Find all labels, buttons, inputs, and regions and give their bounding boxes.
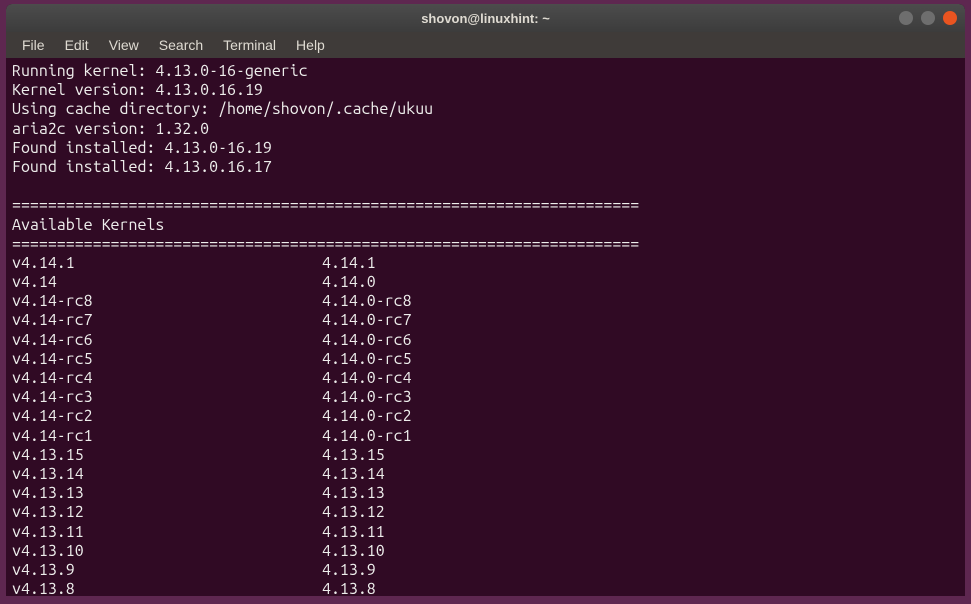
kernel-row: v4.13.154.13.15 [12,446,959,465]
kernel-name: v4.13.8 [12,580,322,596]
minimize-button[interactable] [899,11,913,25]
close-button[interactable] [943,11,957,25]
kernel-row: v4.14-rc44.14.0-rc4 [12,369,959,388]
kernel-row: v4.14-rc54.14.0-rc5 [12,350,959,369]
kernel-name: v4.14-rc4 [12,369,322,388]
kernel-name: v4.14-rc8 [12,292,322,311]
kernel-version: 4.14.0-rc4 [322,369,412,388]
menu-search[interactable]: Search [151,34,211,56]
kernel-name: v4.14-rc3 [12,388,322,407]
kernel-row: v4.13.84.13.8 [12,580,959,596]
kernel-row: v4.14-rc14.14.0-rc1 [12,427,959,446]
available-kernels-title: Available Kernels [12,216,164,234]
kernel-version: 4.14.0-rc5 [322,350,412,369]
kernel-name: v4.13.15 [12,446,322,465]
line-found-installed-1: Found installed: 4.13.0-16.19 [12,139,272,157]
kernel-row: v4.14-rc34.14.0-rc3 [12,388,959,407]
kernel-name: v4.13.12 [12,503,322,522]
titlebar: shovon@linuxhint: ~ [6,4,965,32]
maximize-button[interactable] [921,11,935,25]
menubar: File Edit View Search Terminal Help [6,32,965,58]
kernel-name: v4.14-rc5 [12,350,322,369]
kernel-version: 4.14.1 [322,254,376,273]
menu-help[interactable]: Help [288,34,333,56]
kernel-version: 4.14.0-rc1 [322,427,412,446]
kernel-row: v4.13.144.13.14 [12,465,959,484]
kernel-name: v4.13.10 [12,542,322,561]
kernel-version: 4.13.12 [322,503,385,522]
menu-file[interactable]: File [14,34,53,56]
kernel-version: 4.14.0-rc3 [322,388,412,407]
kernel-version: 4.14.0-rc2 [322,407,412,426]
kernel-row: v4.14-rc74.14.0-rc7 [12,311,959,330]
separator-line: ========================================… [12,196,639,214]
kernel-version: 4.14.0 [322,273,376,292]
terminal-window: shovon@linuxhint: ~ File Edit View Searc… [6,4,965,596]
kernel-version: 4.13.10 [322,542,385,561]
separator-line: ========================================… [12,235,639,253]
kernel-row: v4.13.104.13.10 [12,542,959,561]
kernel-row: v4.13.94.13.9 [12,561,959,580]
kernel-row: v4.14-rc84.14.0-rc8 [12,292,959,311]
kernel-name: v4.13.9 [12,561,322,580]
kernel-name: v4.14-rc7 [12,311,322,330]
line-running-kernel: Running kernel: 4.13.0-16-generic [12,62,308,80]
terminal-output[interactable]: Running kernel: 4.13.0-16-generic Kernel… [6,58,965,596]
kernel-name: v4.14.1 [12,254,322,273]
kernel-name: v4.14-rc2 [12,407,322,426]
kernel-version: 4.13.14 [322,465,385,484]
kernel-name: v4.13.13 [12,484,322,503]
menu-terminal[interactable]: Terminal [215,34,284,56]
kernel-name: v4.14-rc1 [12,427,322,446]
kernel-name: v4.14 [12,273,322,292]
kernel-name: v4.13.14 [12,465,322,484]
kernel-row: v4.14-rc24.14.0-rc2 [12,407,959,426]
window-controls [899,11,957,25]
kernel-row: v4.144.14.0 [12,273,959,292]
kernel-row: v4.13.114.13.11 [12,523,959,542]
kernel-version: 4.13.15 [322,446,385,465]
line-aria2c: aria2c version: 1.32.0 [12,120,209,138]
kernel-row: v4.13.134.13.13 [12,484,959,503]
kernel-row: v4.13.124.13.12 [12,503,959,522]
line-cache-dir: Using cache directory: /home/shovon/.cac… [12,100,433,118]
kernel-version: 4.14.0-rc7 [322,311,412,330]
kernel-name: v4.13.11 [12,523,322,542]
kernel-version: 4.13.11 [322,523,385,542]
kernel-version: 4.13.13 [322,484,385,503]
kernel-version: 4.13.8 [322,580,376,596]
kernel-row: v4.14.14.14.1 [12,254,959,273]
kernel-version: 4.13.9 [322,561,376,580]
kernel-list: v4.14.14.14.1v4.144.14.0v4.14-rc84.14.0-… [12,254,959,596]
kernel-name: v4.14-rc6 [12,331,322,350]
line-kernel-version: Kernel version: 4.13.0.16.19 [12,81,263,99]
menu-view[interactable]: View [101,34,147,56]
kernel-version: 4.14.0-rc8 [322,292,412,311]
window-title: shovon@linuxhint: ~ [421,11,550,26]
kernel-row: v4.14-rc64.14.0-rc6 [12,331,959,350]
kernel-version: 4.14.0-rc6 [322,331,412,350]
menu-edit[interactable]: Edit [57,34,97,56]
line-found-installed-2: Found installed: 4.13.0.16.17 [12,158,272,176]
